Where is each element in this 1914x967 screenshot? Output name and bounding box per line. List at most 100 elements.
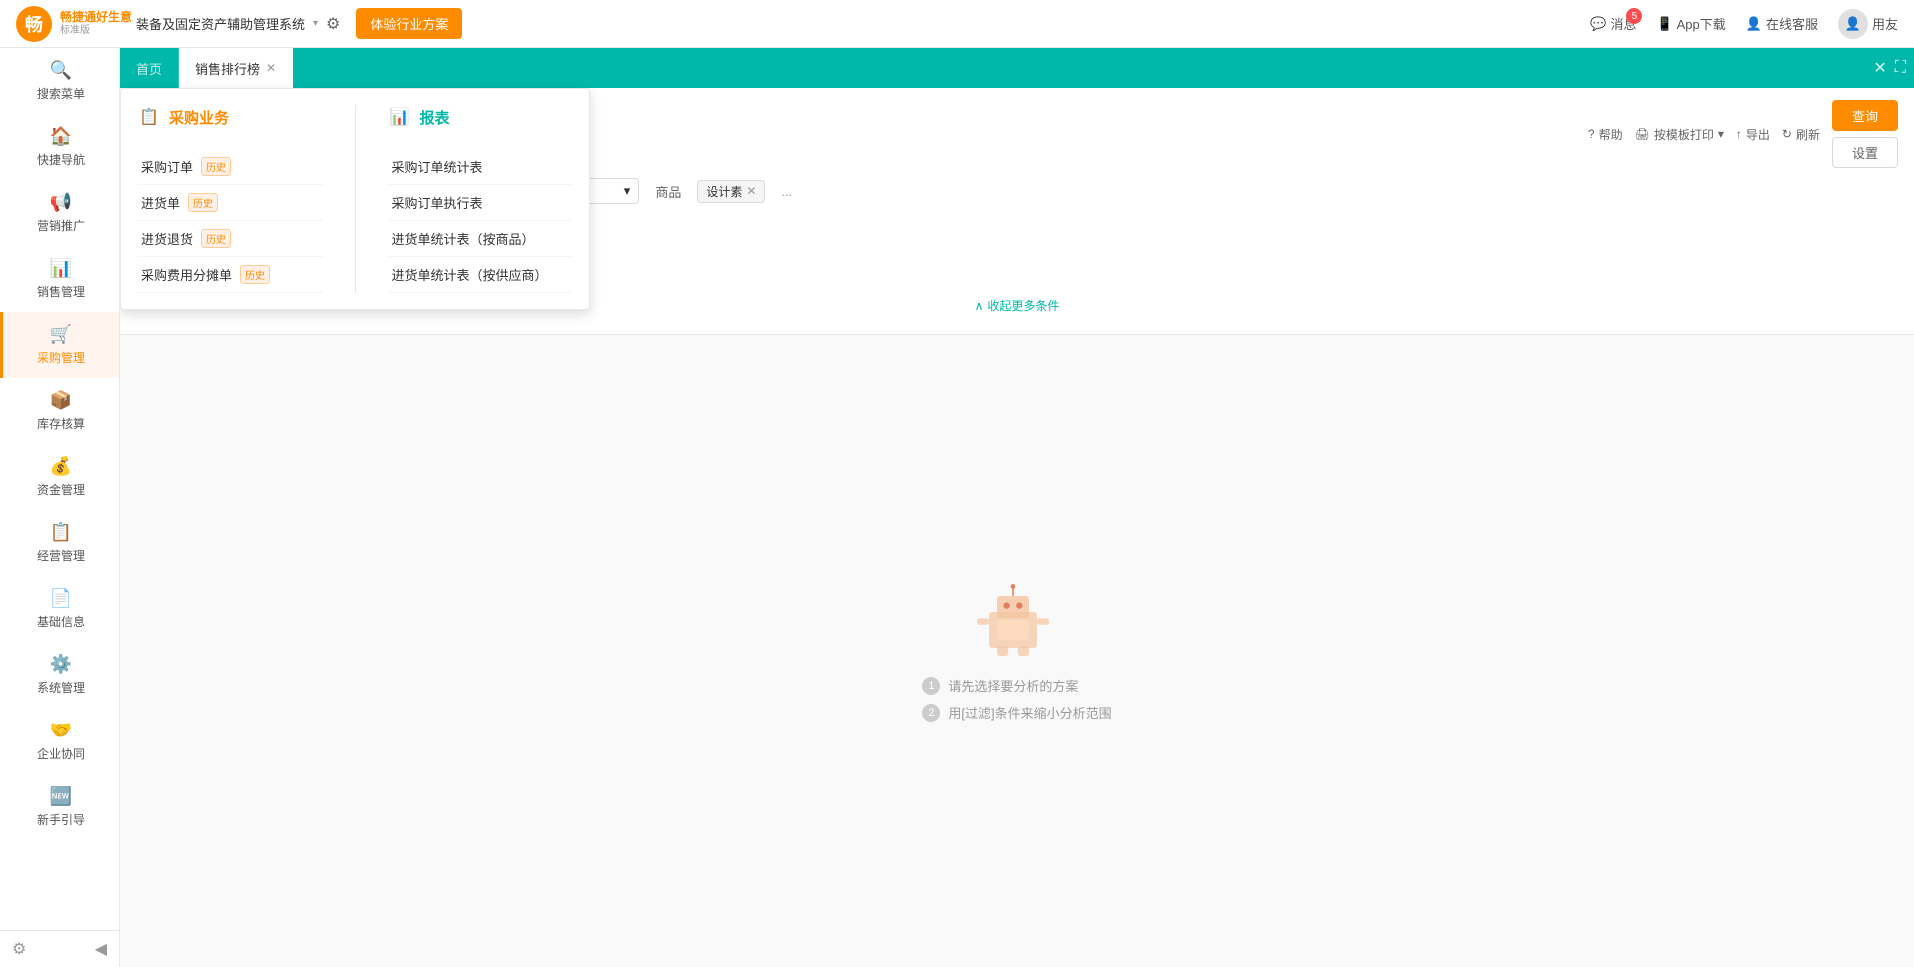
dropdown-item-purchase-order-stats[interactable]: 采购订单统计表 xyxy=(388,149,574,185)
col-divider xyxy=(355,105,356,293)
tab-bar-right: ✕ ⛶ xyxy=(1865,58,1914,78)
system-dropdown-arrow-icon[interactable]: ▾ xyxy=(313,18,318,29)
tab-bar: 首页 销售排行榜 ✕ ✕ ⛶ xyxy=(120,48,1914,88)
tab-close-icon[interactable]: ✕ xyxy=(266,61,276,75)
sidebar: 🔍 搜索菜单 🏠 快捷导航 📢 营销推广 📊 销售管理 🛒 采购管理 📦 库存核… xyxy=(0,48,120,967)
messages-badge: 5 xyxy=(1626,8,1642,24)
export-icon: ↑ xyxy=(1736,127,1742,141)
enterprise-icon: 🤝 xyxy=(50,720,72,741)
dropdown-item-purchase-expense[interactable]: 采购费用分摊单 历史 xyxy=(137,257,323,293)
close-window-icon[interactable]: ✕ xyxy=(1873,58,1886,78)
finance-icon: 💰 xyxy=(50,456,72,477)
sidebar-item-finance[interactable]: 💰 资金管理 xyxy=(0,444,119,510)
tab-home[interactable]: 首页 xyxy=(120,48,179,88)
logo-icon: 畅 xyxy=(16,6,52,42)
history-badge-0: 历史 xyxy=(201,157,231,176)
hint-num-2: 2 xyxy=(922,704,940,722)
help-btn[interactable]: ? 帮助 xyxy=(1588,126,1623,143)
phone-icon: 📱 xyxy=(1656,16,1672,32)
content-area: 首页 销售排行榜 ✕ ✕ ⛶ ? 帮助 🖨 按模板打印 xyxy=(120,48,1914,967)
sales-icon: 📊 xyxy=(50,258,72,279)
sidebar-item-sales[interactable]: 📊 销售管理 xyxy=(0,246,119,312)
newbie-icon: 🆕 xyxy=(50,786,72,807)
dropdown-item-purchase-order-exec[interactable]: 采购订单执行表 xyxy=(388,185,574,221)
report-col-header: 📊 报表 xyxy=(388,105,574,137)
sidebar-item-newbie[interactable]: 🆕 新手引导 xyxy=(0,774,119,840)
refresh-icon: ↻ xyxy=(1782,127,1792,141)
refresh-btn[interactable]: ↻ 刷新 xyxy=(1782,126,1820,143)
dropdown-item-stock-in-by-goods[interactable]: 进货单统计表（按商品） xyxy=(388,221,574,257)
goods-label: 商品 xyxy=(655,182,681,201)
sidebar-item-system[interactable]: ⚙️ 系统管理 xyxy=(0,642,119,708)
history-badge-3: 历史 xyxy=(240,265,270,284)
sidebar-item-quick-nav[interactable]: 🏠 快捷导航 xyxy=(0,114,119,180)
marketing-icon: 📢 xyxy=(50,192,72,213)
sidebar-item-enterprise[interactable]: 🤝 企业协同 xyxy=(0,708,119,774)
sidebar-item-basic-info[interactable]: 📄 基础信息 xyxy=(0,576,119,642)
dropdown-item-purchase-order[interactable]: 采购订单 历史 xyxy=(137,149,323,185)
empty-illustration xyxy=(967,580,1067,660)
query-btn[interactable]: 查询 xyxy=(1832,100,1898,131)
inventory-icon: 📦 xyxy=(50,390,72,411)
tab-sales-rank[interactable]: 销售排行榜 ✕ xyxy=(179,48,293,88)
purchase-col-icon: 📋 xyxy=(137,105,161,129)
dropdown-item-stock-in[interactable]: 进货单 历史 xyxy=(137,185,323,221)
report-col: 📊 报表 采购订单统计表 采购订单执行表 进货单统计表（按商品） 进货单统计表（… xyxy=(388,105,574,293)
goods-tag-close-icon[interactable]: ✕ xyxy=(746,184,756,198)
online-service-btn[interactable]: 👤 在线客服 xyxy=(1746,14,1818,33)
settings-bottom-icon[interactable]: ⚙ xyxy=(12,939,26,959)
app-download-btn[interactable]: 📱 App下载 xyxy=(1656,14,1725,33)
empty-hints: 1 请先选择要分析的方案 2 用[过滤]条件来缩小分析范围 xyxy=(922,676,1111,722)
purchase-dropdown-menu: 📋 采购业务 采购订单 历史 进货单 历史 进货退货 历史 采购费用分摊单 xyxy=(120,88,590,310)
goods-ellipsis[interactable]: ... xyxy=(781,184,792,199)
empty-hint-2: 2 用[过滤]条件来缩小分析范围 xyxy=(922,703,1111,722)
logo-sub-text: 标准版 xyxy=(60,25,132,37)
collapse-sidebar-icon[interactable]: ◀ xyxy=(95,939,107,959)
maximize-icon[interactable]: ⛶ xyxy=(1895,59,1906,77)
main-content: 1 请先选择要分析的方案 2 用[过滤]条件来缩小分析范围 xyxy=(120,335,1914,967)
sidebar-item-inventory[interactable]: 📦 库存核算 xyxy=(0,378,119,444)
messages-btn[interactable]: 💬 消息 5 xyxy=(1590,14,1636,33)
export-btn[interactable]: ↑ 导出 xyxy=(1736,126,1770,143)
purchase-icon: 🛒 xyxy=(50,324,72,345)
collapse-icon: ∧ xyxy=(975,299,984,313)
history-badge-1: 历史 xyxy=(188,193,218,212)
top-right: 💬 消息 5 📱 App下载 👤 在线客服 👤 用友 xyxy=(1590,9,1898,39)
sidebar-bottom: ⚙ ◀ xyxy=(0,930,119,967)
sidebar-item-search[interactable]: 🔍 搜索菜单 xyxy=(0,48,119,114)
purchase-col: 📋 采购业务 采购订单 历史 进货单 历史 进货退货 历史 采购费用分摊单 xyxy=(137,105,323,293)
system-title-text: 装备及固定资产辅助管理系统 xyxy=(136,14,305,33)
avatar: 👤 xyxy=(1838,9,1868,39)
gear-icon[interactable]: ⚙ xyxy=(326,14,340,34)
logo-area: 畅 畅捷通好生意 标准版 xyxy=(16,6,136,42)
set-btn[interactable]: 设置 xyxy=(1832,137,1898,168)
print-dropdown-icon: ▾ xyxy=(1718,127,1724,141)
top-bar: 畅 畅捷通好生意 标准版 装备及固定资产辅助管理系统 ▾ ⚙ 体验行业方案 💬 … xyxy=(0,0,1914,48)
industry-btn[interactable]: 体验行业方案 xyxy=(356,8,462,39)
home-icon: 🏠 xyxy=(50,126,72,147)
help-icon: ? xyxy=(1588,127,1595,141)
basic-info-icon: 📄 xyxy=(50,588,72,609)
history-badge-2: 历史 xyxy=(201,229,231,248)
system-icon: ⚙️ xyxy=(50,654,72,675)
sidebar-item-operations[interactable]: 📋 经营管理 xyxy=(0,510,119,576)
goods-tag: 设计素 ✕ xyxy=(697,180,765,203)
operations-icon: 📋 xyxy=(50,522,72,543)
system-title: 装备及固定资产辅助管理系统 ▾ ⚙ 体验行业方案 xyxy=(136,8,1590,39)
logo-main-text: 畅捷通好生意 xyxy=(60,10,132,24)
avatar-icon: 👤 xyxy=(1845,16,1861,32)
doc-status-dropdown-icon: ▾ xyxy=(624,183,631,199)
sidebar-item-marketing[interactable]: 📢 营销推广 xyxy=(0,180,119,246)
dropdown-item-stock-return[interactable]: 进货退货 历史 xyxy=(137,221,323,257)
sidebar-item-purchase[interactable]: 🛒 采购管理 xyxy=(0,312,119,378)
dropdown-item-stock-in-by-supplier[interactable]: 进货单统计表（按供应商） xyxy=(388,257,574,293)
logo-text: 畅捷通好生意 标准版 xyxy=(60,10,132,36)
print-btn[interactable]: 🖨 按模板打印 ▾ xyxy=(1635,126,1724,143)
user-btn[interactable]: 👤 用友 xyxy=(1838,9,1898,39)
report-col-icon: 📊 xyxy=(388,105,412,129)
purchase-col-header: 📋 采购业务 xyxy=(137,105,323,137)
print-icon: 🖨 xyxy=(1635,127,1650,141)
hint-num-1: 1 xyxy=(922,677,940,695)
main-layout: 🔍 搜索菜单 🏠 快捷导航 📢 营销推广 📊 销售管理 🛒 采购管理 📦 库存核… xyxy=(0,48,1914,967)
search-icon: 🔍 xyxy=(50,60,72,81)
